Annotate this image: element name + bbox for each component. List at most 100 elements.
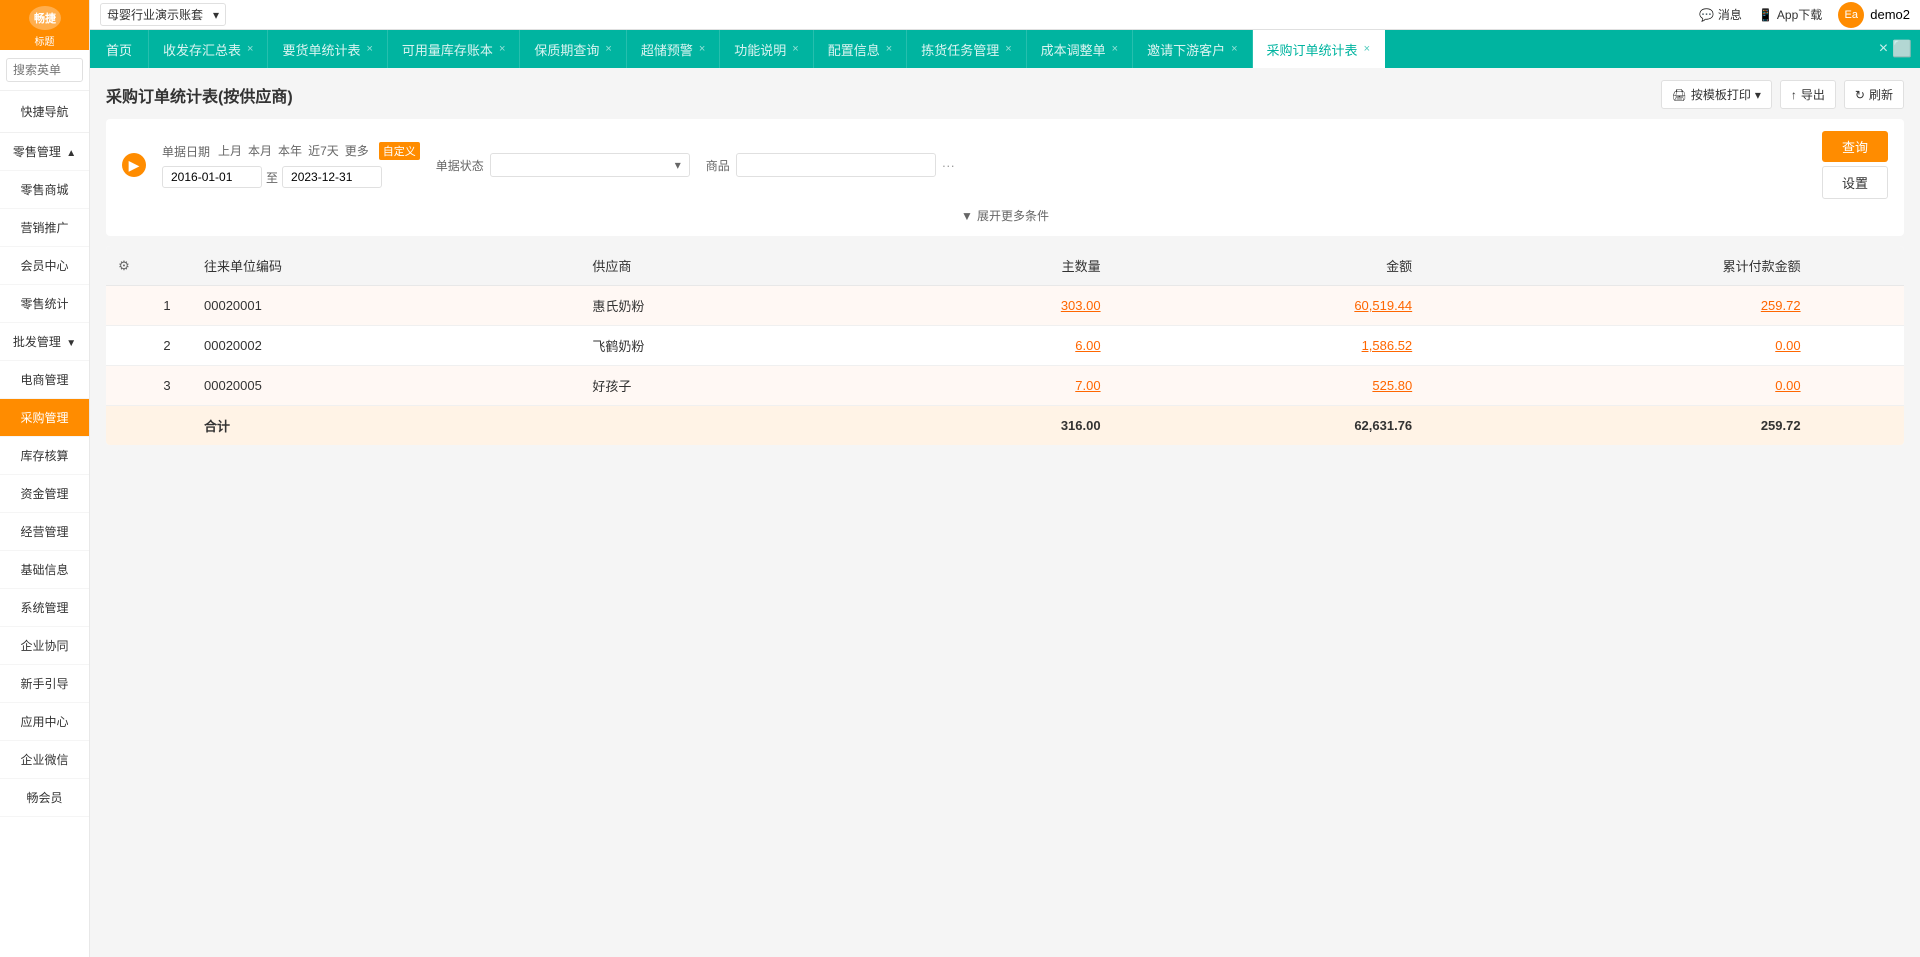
header-actions: 🖨 按模板打印 ▾ ↑ 导出 ↻ 刷新 xyxy=(1661,80,1904,109)
cell-supplier-3: 好孩子 xyxy=(580,366,869,406)
tab-home[interactable]: 首页 xyxy=(90,30,149,68)
cell-extra-3 xyxy=(1813,366,1904,406)
sidebar-item-quick-nav[interactable]: 快捷导航 xyxy=(0,95,89,128)
cell-amount-3[interactable]: 525.80 xyxy=(1113,366,1425,406)
data-table: ⚙ 往来单位编码 供应商 主数量 金额 累计付款金额 1 xyxy=(106,246,1904,445)
tab-label: 拣货任务管理 xyxy=(921,40,999,59)
sidebar-item-member2[interactable]: 畅会员 xyxy=(0,779,89,817)
workspace-label: 母婴行业演示账套 xyxy=(107,6,203,23)
cell-quantity-3[interactable]: 7.00 xyxy=(870,366,1113,406)
close-icon[interactable]: × xyxy=(1231,43,1237,55)
date-shortcut-this-month[interactable]: 本月 xyxy=(248,142,272,160)
close-icon[interactable]: × xyxy=(605,43,611,55)
tab-label: 保质期查询 xyxy=(534,40,599,59)
sidebar-item-finance[interactable]: 资金管理 xyxy=(0,475,89,513)
status-select[interactable]: ▾ xyxy=(490,153,690,177)
close-icon[interactable]: × xyxy=(886,43,892,55)
tab-label: 可用量库存账本 xyxy=(402,40,493,59)
tab-label: 要货单统计表 xyxy=(282,40,360,59)
sidebar-menu: 零售管理 ▲ 零售商城 营销推广 会员中心 零售统计 批发管理 ▼ 电商管理 采… xyxy=(0,133,89,957)
maximize-button[interactable]: ⬜ xyxy=(1892,39,1912,59)
date-shortcut-this-year[interactable]: 本年 xyxy=(278,142,302,160)
col-header-no xyxy=(142,246,192,286)
sidebar-item-ecommerce[interactable]: 电商管理 xyxy=(0,361,89,399)
content: 采购订单统计表(按供应商) 🖨 按模板打印 ▾ ↑ 导出 ↻ 刷新 xyxy=(90,68,1920,957)
sidebar-item-wechat[interactable]: 企业微信 xyxy=(0,741,89,779)
sidebar-item-system[interactable]: 系统管理 xyxy=(0,589,89,627)
app-label: App下载 xyxy=(1777,6,1822,23)
cell-code-1: 00020001 xyxy=(192,286,580,326)
tab-picking-task[interactable]: 拣货任务管理 × xyxy=(907,30,1026,68)
sidebar-item-enterprise[interactable]: 企业协同 xyxy=(0,627,89,665)
date-shortcut-more[interactable]: 更多 xyxy=(345,142,369,160)
tab-usable-inventory[interactable]: 可用量库存账本 × xyxy=(388,30,520,68)
refresh-button[interactable]: ↻ 刷新 xyxy=(1844,80,1904,109)
sidebar-item-retail-stats[interactable]: 零售统计 xyxy=(0,285,89,323)
tab-order-stats[interactable]: 要货单统计表 × xyxy=(268,30,387,68)
goods-input[interactable] xyxy=(736,153,936,177)
col-header-paid: 累计付款金额 xyxy=(1424,246,1812,286)
close-icon[interactable]: × xyxy=(1364,43,1370,55)
cell-no-1: 1 xyxy=(142,286,192,326)
tab-invite-customer[interactable]: 邀请下游客户 × xyxy=(1133,30,1252,68)
table-footer: 合计 316.00 62,631.76 259.72 xyxy=(106,406,1904,446)
settings-icon[interactable]: ⚙ xyxy=(118,258,130,273)
sidebar-item-operations[interactable]: 经营管理 xyxy=(0,513,89,551)
tab-expiry-query[interactable]: 保质期查询 × xyxy=(520,30,626,68)
tabbar: 首页 收发存汇总表 × 要货单统计表 × 可用量库存账本 × 保质期查询 × 超… xyxy=(90,30,1920,68)
tab-cost-adjust[interactable]: 成本调整单 × xyxy=(1027,30,1133,68)
sidebar-item-guide[interactable]: 新手引导 xyxy=(0,665,89,703)
sidebar-item-retail[interactable]: 零售管理 ▲ xyxy=(0,133,89,171)
cell-quantity-2[interactable]: 6.00 xyxy=(870,326,1113,366)
tab-purchase-order-stats[interactable]: 采购订单统计表 × xyxy=(1253,30,1385,68)
cell-paid-2[interactable]: 0.00 xyxy=(1424,326,1812,366)
svg-text:畅捷: 畅捷 xyxy=(34,11,57,25)
sidebar-item-app-center[interactable]: 应用中心 xyxy=(0,703,89,741)
app-download-button[interactable]: 📱 App下载 xyxy=(1758,6,1822,23)
date-end-input[interactable] xyxy=(282,166,382,188)
user-info[interactable]: Ea demo2 xyxy=(1838,2,1910,28)
date-shortcut-last-month[interactable]: 上月 xyxy=(218,142,242,160)
sidebar-item-inventory[interactable]: 库存核算 xyxy=(0,437,89,475)
filter-toggle-button[interactable]: ▶ xyxy=(122,153,146,177)
message-button[interactable]: 💬 消息 xyxy=(1699,6,1742,23)
close-icon[interactable]: × xyxy=(792,43,798,55)
sidebar-item-purchase[interactable]: 采购管理 xyxy=(0,399,89,437)
cell-amount-2[interactable]: 1,586.52 xyxy=(1113,326,1425,366)
tab-function-desc[interactable]: 功能说明 × xyxy=(720,30,813,68)
close-tab-button[interactable]: × xyxy=(1879,40,1888,58)
search-input[interactable] xyxy=(6,58,83,82)
col-header-code: 往来单位编码 xyxy=(192,246,580,286)
export-button[interactable]: ↑ 导出 xyxy=(1780,80,1836,109)
message-label: 消息 xyxy=(1718,6,1742,23)
setting-button[interactable]: 设置 xyxy=(1822,166,1888,199)
sidebar-item-marketing[interactable]: 营销推广 xyxy=(0,209,89,247)
sidebar-item-wholesale[interactable]: 批发管理 ▼ xyxy=(0,323,89,361)
date-shortcut-7days[interactable]: 近7天 xyxy=(308,142,339,160)
tab-inventory-summary[interactable]: 收发存汇总表 × xyxy=(149,30,268,68)
tab-overstock-warning[interactable]: 超储预警 × xyxy=(627,30,720,68)
sidebar-item-basic-info[interactable]: 基础信息 xyxy=(0,551,89,589)
close-icon[interactable]: × xyxy=(366,43,372,55)
page-title: 采购订单统计表(按供应商) xyxy=(106,83,293,107)
search-button[interactable]: 查询 xyxy=(1822,131,1888,162)
status-label: 单据状态 xyxy=(436,157,484,174)
close-icon[interactable]: × xyxy=(699,43,705,55)
print-button[interactable]: 🖨 按模板打印 ▾ xyxy=(1661,80,1772,109)
tab-config-info[interactable]: 配置信息 × xyxy=(814,30,907,68)
cell-quantity-1[interactable]: 303.00 xyxy=(870,286,1113,326)
date-start-input[interactable] xyxy=(162,166,262,188)
sidebar-item-retail-mall[interactable]: 零售商城 xyxy=(0,171,89,209)
close-icon[interactable]: × xyxy=(247,43,253,55)
close-icon[interactable]: × xyxy=(1005,43,1011,55)
export-icon: ↑ xyxy=(1791,88,1797,102)
cell-paid-1[interactable]: 259.72 xyxy=(1424,286,1812,326)
cell-paid-3[interactable]: 0.00 xyxy=(1424,366,1812,406)
close-icon[interactable]: × xyxy=(1112,43,1118,55)
expand-button[interactable]: ▼ 展开更多条件 xyxy=(122,207,1888,224)
sidebar-item-member[interactable]: 会员中心 xyxy=(0,247,89,285)
avatar: Ea xyxy=(1838,2,1864,28)
cell-amount-1[interactable]: 60,519.44 xyxy=(1113,286,1425,326)
workspace-selector[interactable]: 母婴行业演示账套 ▾ xyxy=(100,3,226,26)
close-icon[interactable]: × xyxy=(499,43,505,55)
